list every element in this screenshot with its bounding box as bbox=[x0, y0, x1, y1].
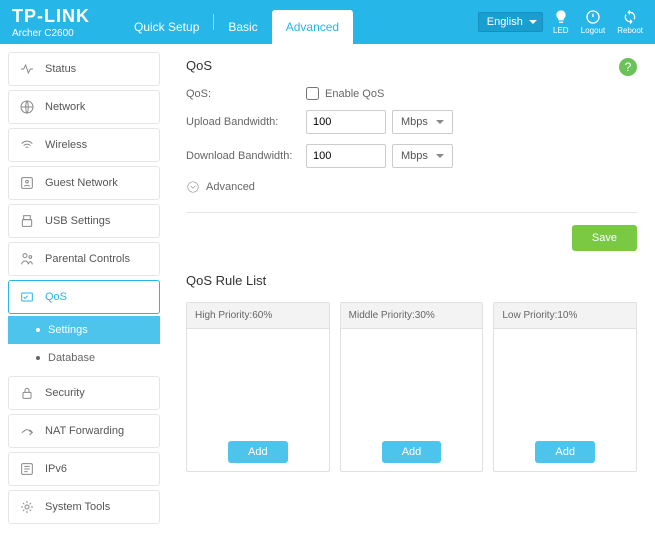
qos-label: QoS: bbox=[186, 88, 306, 100]
advanced-toggle[interactable]: Advanced bbox=[186, 180, 637, 194]
sidebar-item-security[interactable]: Security bbox=[8, 376, 160, 410]
nat-icon bbox=[19, 423, 35, 439]
divider bbox=[186, 212, 637, 213]
upload-input[interactable] bbox=[306, 110, 386, 134]
status-icon bbox=[19, 61, 35, 77]
sidebar-subitem-database[interactable]: Database bbox=[8, 344, 160, 372]
sidebar: Status Network Wireless Guest Network US… bbox=[0, 44, 168, 536]
enable-qos-label: Enable QoS bbox=[325, 88, 384, 100]
add-low-button[interactable]: Add bbox=[535, 441, 595, 463]
rule-grid: High Priority:60% Add Middle Priority:30… bbox=[186, 302, 637, 472]
rule-body-low bbox=[494, 329, 636, 433]
reboot-icon bbox=[622, 9, 638, 25]
save-bar: Save bbox=[186, 225, 637, 251]
parental-icon bbox=[19, 251, 35, 267]
header-actions: LED Logout Reboot bbox=[553, 9, 643, 35]
rule-body-high bbox=[187, 329, 329, 433]
content: ? QoS QoS: Enable QoS Upload Bandwidth: … bbox=[168, 44, 655, 536]
add-high-button[interactable]: Add bbox=[228, 441, 288, 463]
guest-icon bbox=[19, 175, 35, 191]
row-upload: Upload Bandwidth: Mbps bbox=[186, 110, 637, 134]
sidebar-item-nat[interactable]: NAT Forwarding bbox=[8, 414, 160, 448]
sidebar-item-guest[interactable]: Guest Network bbox=[8, 166, 160, 200]
usb-icon bbox=[19, 213, 35, 229]
sidebar-item-ipv6[interactable]: IPv6 bbox=[8, 452, 160, 486]
download-unit-select[interactable]: Mbps bbox=[392, 144, 453, 168]
sidebar-item-tools[interactable]: System Tools bbox=[8, 490, 160, 524]
ipv6-icon bbox=[19, 461, 35, 477]
bullet-icon bbox=[36, 356, 40, 360]
sidebar-item-parental[interactable]: Parental Controls bbox=[8, 242, 160, 276]
qos-icon bbox=[19, 289, 35, 305]
row-download: Download Bandwidth: Mbps bbox=[186, 144, 637, 168]
network-icon bbox=[19, 99, 35, 115]
chevron-down-icon bbox=[186, 180, 200, 194]
tab-basic[interactable]: Basic bbox=[214, 10, 271, 44]
led-icon bbox=[553, 9, 569, 25]
sidebar-item-wireless[interactable]: Wireless bbox=[8, 128, 160, 162]
tab-advanced[interactable]: Advanced bbox=[272, 10, 353, 44]
bullet-icon bbox=[36, 328, 40, 332]
security-icon bbox=[19, 385, 35, 401]
led-button[interactable]: LED bbox=[553, 9, 569, 35]
language-select[interactable]: English bbox=[478, 12, 543, 32]
enable-qos-checkbox[interactable] bbox=[306, 87, 319, 100]
rule-col-low: Low Priority:10% Add bbox=[493, 302, 637, 472]
nav-tabs: Quick Setup Basic Advanced bbox=[120, 0, 353, 44]
brand-name: TP-LINK bbox=[12, 6, 90, 27]
logout-icon bbox=[585, 9, 601, 25]
language-selector[interactable]: English bbox=[478, 12, 543, 32]
qos-submenu: Settings Database bbox=[8, 316, 160, 372]
enable-qos-wrap[interactable]: Enable QoS bbox=[306, 87, 384, 100]
upload-label: Upload Bandwidth: bbox=[186, 116, 306, 128]
download-label: Download Bandwidth: bbox=[186, 150, 306, 162]
rule-body-mid bbox=[341, 329, 483, 433]
download-input[interactable] bbox=[306, 144, 386, 168]
rule-col-mid: Middle Priority:30% Add bbox=[340, 302, 484, 472]
sidebar-item-usb[interactable]: USB Settings bbox=[8, 204, 160, 238]
help-button[interactable]: ? bbox=[619, 58, 637, 76]
row-qos-enable: QoS: Enable QoS bbox=[186, 87, 637, 100]
rule-header-low: Low Priority:10% bbox=[494, 303, 636, 329]
brand-model: Archer C2600 bbox=[12, 28, 90, 39]
sidebar-subitem-settings[interactable]: Settings bbox=[8, 316, 160, 344]
sidebar-item-status[interactable]: Status bbox=[8, 52, 160, 86]
page-title: QoS bbox=[186, 58, 637, 73]
wireless-icon bbox=[19, 137, 35, 153]
tab-quick-setup[interactable]: Quick Setup bbox=[120, 10, 213, 44]
save-button[interactable]: Save bbox=[572, 225, 637, 251]
rule-header-high: High Priority:60% bbox=[187, 303, 329, 329]
tools-icon bbox=[19, 499, 35, 515]
brand: TP-LINK Archer C2600 bbox=[12, 6, 90, 39]
sidebar-item-qos[interactable]: QoS bbox=[8, 280, 160, 314]
logout-button[interactable]: Logout bbox=[581, 9, 605, 35]
reboot-button[interactable]: Reboot bbox=[617, 9, 643, 35]
header: TP-LINK Archer C2600 Quick Setup Basic A… bbox=[0, 0, 655, 44]
upload-unit-select[interactable]: Mbps bbox=[392, 110, 453, 134]
rule-col-high: High Priority:60% Add bbox=[186, 302, 330, 472]
rule-list-title: QoS Rule List bbox=[186, 273, 637, 288]
add-mid-button[interactable]: Add bbox=[382, 441, 442, 463]
sidebar-item-network[interactable]: Network bbox=[8, 90, 160, 124]
rule-header-mid: Middle Priority:30% bbox=[341, 303, 483, 329]
